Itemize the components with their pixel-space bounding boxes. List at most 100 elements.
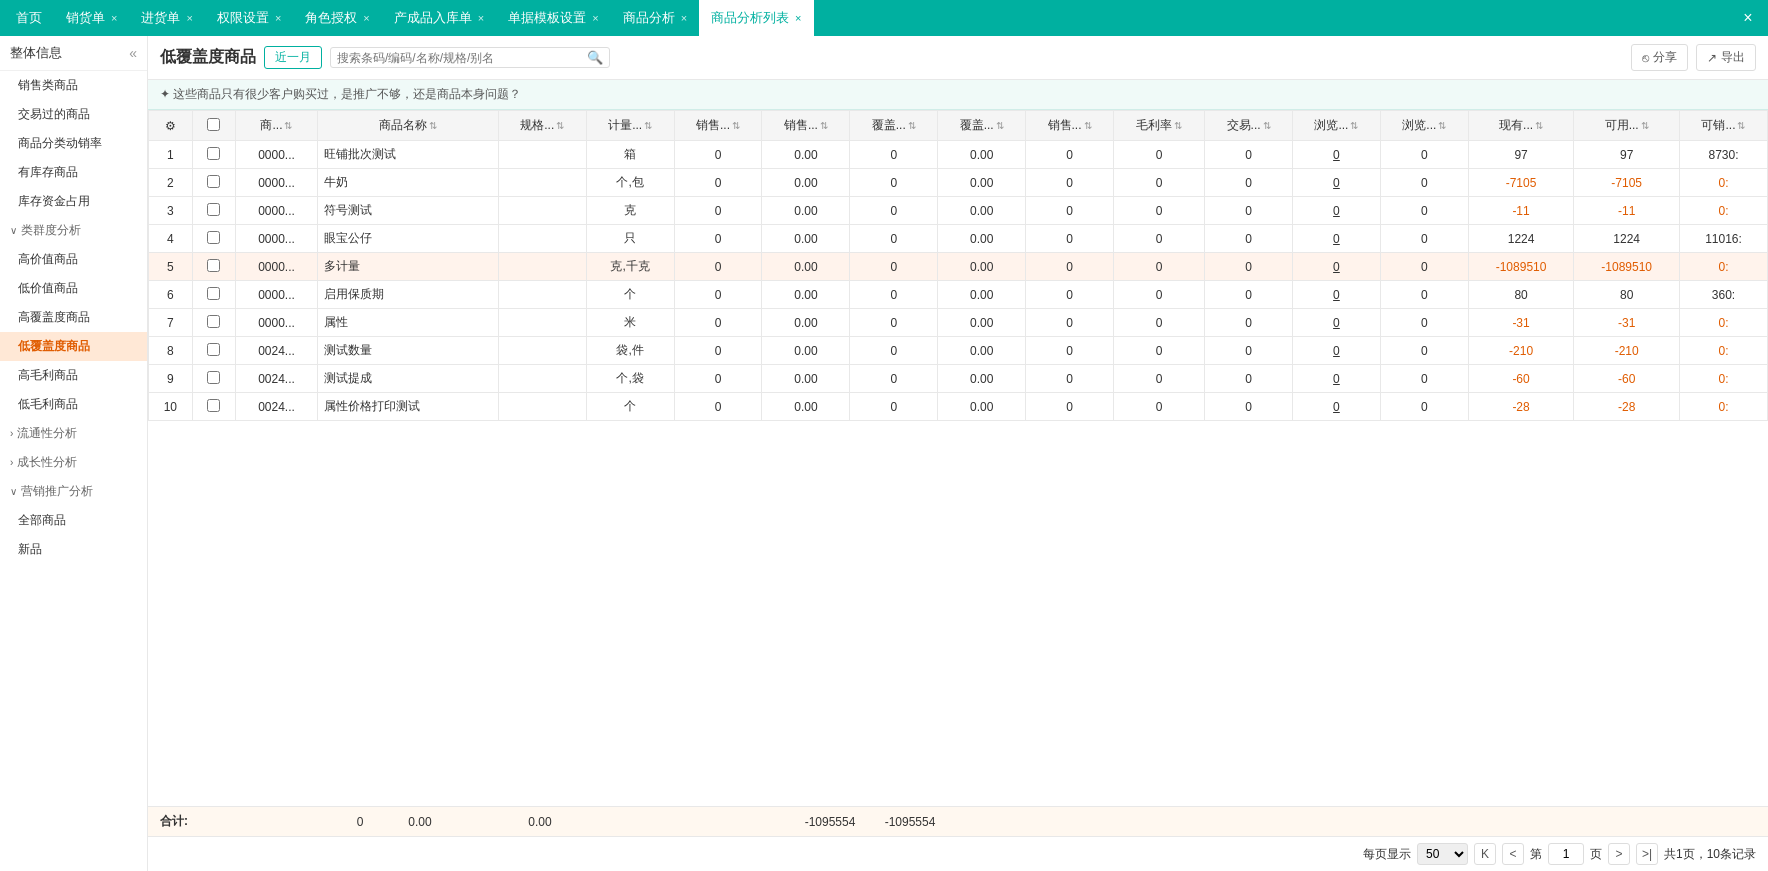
col-trans[interactable]: 交易...⇅ [1205, 111, 1293, 141]
sidebar-item-category-turnover[interactable]: 商品分类动销率 [0, 129, 147, 158]
next-page-button[interactable]: > [1608, 843, 1630, 865]
nav-sales[interactable]: 销货单 × [54, 0, 129, 36]
col-sales3[interactable]: 销售...⇅ [1026, 111, 1114, 141]
row-checkbox-cell[interactable] [192, 169, 235, 197]
row-view1[interactable]: 0 [1293, 225, 1381, 253]
nav-roles[interactable]: 角色授权 × [293, 0, 381, 36]
row-view1[interactable]: 0 [1293, 169, 1381, 197]
row-view1[interactable]: 0 [1293, 365, 1381, 393]
row-checkbox[interactable] [207, 371, 220, 384]
close-icon[interactable]: × [478, 12, 484, 24]
sidebar-item-sales-goods[interactable]: 销售类商品 [0, 71, 147, 100]
row-checkbox[interactable] [207, 231, 220, 244]
sidebar-item-new-products[interactable]: 新品 [0, 535, 147, 564]
row-checkbox[interactable] [207, 399, 220, 412]
col-sales-amt[interactable]: 销售...⇅ [762, 111, 850, 141]
prev-page-button[interactable]: < [1502, 843, 1524, 865]
window-close-button[interactable]: × [1732, 0, 1764, 36]
close-icon[interactable]: × [363, 12, 369, 24]
close-icon[interactable]: × [111, 12, 117, 24]
row-checkbox[interactable] [207, 343, 220, 356]
col-view2[interactable]: 浏览...⇅ [1380, 111, 1468, 141]
nav-home[interactable]: 首页 [4, 0, 54, 36]
sidebar-header[interactable]: 整体信息 « [0, 36, 147, 71]
col-available[interactable]: 可用...⇅ [1574, 111, 1680, 141]
sidebar-item-low-coverage[interactable]: 低覆盖度商品 [0, 332, 147, 361]
row-sales-amt: 0.00 [762, 365, 850, 393]
sidebar-item-low-value[interactable]: 低价值商品 [0, 274, 147, 303]
sidebar-group-cluster-analysis[interactable]: ∨类群度分析 [0, 216, 147, 245]
close-icon[interactable]: × [592, 12, 598, 24]
row-checkbox-cell[interactable] [192, 281, 235, 309]
search-input[interactable] [337, 51, 587, 65]
row-checkbox-cell[interactable] [192, 197, 235, 225]
sidebar-item-stock-capital[interactable]: 库存资金占用 [0, 187, 147, 216]
per-page-select[interactable]: 50 100 200 [1417, 843, 1468, 865]
row-checkbox[interactable] [207, 287, 220, 300]
sidebar-item-high-margin[interactable]: 高毛利商品 [0, 361, 147, 390]
last-page-button[interactable]: >| [1636, 843, 1658, 865]
row-view1[interactable]: 0 [1293, 197, 1381, 225]
select-all-checkbox[interactable] [207, 118, 220, 131]
col-code[interactable]: 商...⇅ [235, 111, 317, 141]
collapse-icon[interactable]: « [129, 45, 137, 61]
row-checkbox[interactable] [207, 203, 220, 216]
col-gross[interactable]: 毛利率⇅ [1113, 111, 1204, 141]
row-code: 0000... [235, 141, 317, 169]
close-icon[interactable]: × [795, 12, 801, 24]
row-spec [498, 393, 586, 421]
col-cover2[interactable]: 覆盖...⇅ [938, 111, 1026, 141]
nav-product-analysis-list[interactable]: 商品分析列表 × [699, 0, 813, 36]
row-checkbox-cell[interactable] [192, 309, 235, 337]
nav-permissions[interactable]: 权限设置 × [205, 0, 293, 36]
row-checkbox-cell[interactable] [192, 141, 235, 169]
row-view1[interactable]: 0 [1293, 281, 1381, 309]
sidebar-item-in-stock[interactable]: 有库存商品 [0, 158, 147, 187]
row-checkbox[interactable] [207, 147, 220, 160]
row-cover1: 0 [850, 197, 938, 225]
close-icon[interactable]: × [186, 12, 192, 24]
first-page-button[interactable]: K [1474, 843, 1496, 865]
row-checkbox-cell[interactable] [192, 337, 235, 365]
sidebar-group-marketing[interactable]: ∨营销推广分析 [0, 477, 147, 506]
sidebar-item-high-coverage[interactable]: 高覆盖度商品 [0, 303, 147, 332]
sidebar-item-all-goods[interactable]: 全部商品 [0, 506, 147, 535]
row-view1[interactable]: 0 [1293, 337, 1381, 365]
row-checkbox-cell[interactable] [192, 225, 235, 253]
sidebar-group-liquidity[interactable]: ›流通性分析 [0, 419, 147, 448]
close-icon[interactable]: × [275, 12, 281, 24]
sidebar-item-low-margin[interactable]: 低毛利商品 [0, 390, 147, 419]
col-unit[interactable]: 计量...⇅ [586, 111, 674, 141]
row-view1[interactable]: 0 [1293, 141, 1381, 169]
col-cover1[interactable]: 覆盖...⇅ [850, 111, 938, 141]
page-input[interactable] [1548, 843, 1584, 865]
row-checkbox[interactable] [207, 175, 220, 188]
nav-product-analysis[interactable]: 商品分析 × [611, 0, 699, 36]
sidebar-item-traded-goods[interactable]: 交易过的商品 [0, 100, 147, 129]
period-button[interactable]: 近一月 [264, 46, 322, 69]
col-name[interactable]: 商品名称⇅ [318, 111, 499, 141]
col-settings[interactable]: ⚙ [149, 111, 193, 141]
col-sellable[interactable]: 可销...⇅ [1679, 111, 1767, 141]
sidebar-group-growth[interactable]: ›成长性分析 [0, 448, 147, 477]
col-sales-qty[interactable]: 销售...⇅ [674, 111, 762, 141]
row-view1[interactable]: 0 [1293, 309, 1381, 337]
col-spec[interactable]: 规格...⇅ [498, 111, 586, 141]
nav-template-settings[interactable]: 单据模板设置 × [496, 0, 610, 36]
share-button[interactable]: ⎋ 分享 [1631, 44, 1688, 71]
row-checkbox[interactable] [207, 315, 220, 328]
col-view1[interactable]: 浏览...⇅ [1293, 111, 1381, 141]
sidebar-item-high-value[interactable]: 高价值商品 [0, 245, 147, 274]
close-icon[interactable]: × [681, 12, 687, 24]
col-check[interactable] [192, 111, 235, 141]
row-checkbox-cell[interactable] [192, 393, 235, 421]
row-view1[interactable]: 0 [1293, 393, 1381, 421]
nav-finished-goods[interactable]: 产成品入库单 × [382, 0, 496, 36]
col-current[interactable]: 现有...⇅ [1468, 111, 1574, 141]
export-button[interactable]: ↗ 导出 [1696, 44, 1756, 71]
row-view1[interactable]: 0 [1293, 253, 1381, 281]
row-checkbox-cell[interactable] [192, 253, 235, 281]
row-checkbox[interactable] [207, 259, 220, 272]
row-checkbox-cell[interactable] [192, 365, 235, 393]
nav-purchase[interactable]: 进货单 × [129, 0, 204, 36]
